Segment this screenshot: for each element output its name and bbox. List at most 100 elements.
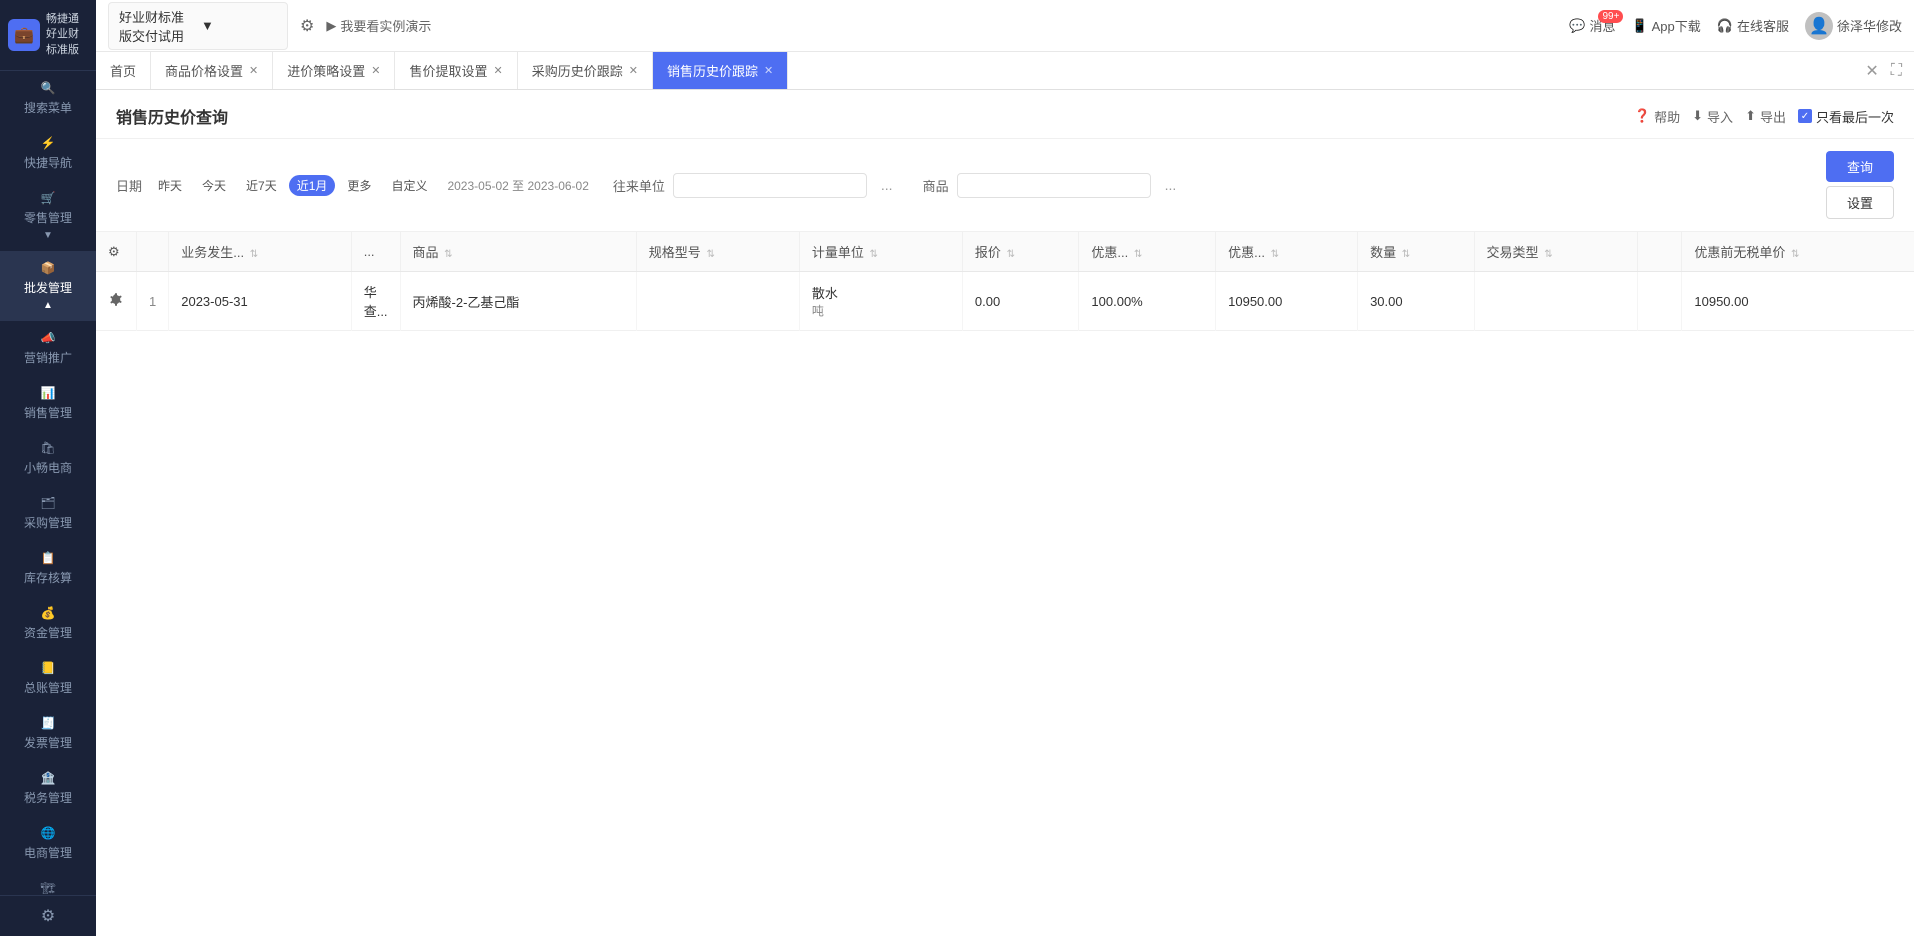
sidebar-nav: 🔍 搜索菜单 ⚡ 快捷导航 🛒 零售管理 ▼ 📦 批发管理 ▲ 📣 营销推广 📊… [0, 71, 96, 895]
last-only-checkbox[interactable]: ✓ 只看最后一次 [1798, 107, 1894, 126]
sidebar-item-retail[interactable]: 🛒 零售管理 ▼ [0, 181, 96, 251]
tab-purchase-history[interactable]: 采购历史价跟踪 ✕ [518, 52, 653, 89]
data-table-wrap: ⚙ 业务发生... ⇅ ... 商品 ⇅ [96, 232, 1914, 331]
tab-sale-price[interactable]: 售价提取设置 ✕ [395, 52, 517, 89]
date-option-yesterday[interactable]: 昨天 [150, 175, 190, 196]
export-button[interactable]: ⬆ 导出 [1745, 107, 1786, 126]
row-unit-cell: 散水 吨 [799, 272, 962, 331]
tab-purchase-strategy[interactable]: 进价策略设置 ✕ [273, 52, 395, 89]
chart-icon: 📊 [41, 386, 56, 400]
source-input[interactable] [673, 173, 867, 198]
settings-icon[interactable]: ⚙ [41, 908, 55, 925]
col-unit-header[interactable]: 计量单位 ⇅ [799, 232, 962, 272]
cart-icon: 🛒 [41, 191, 56, 205]
data-table: ⚙ 业务发生... ⇅ ... 商品 ⇅ [96, 232, 1914, 331]
table-row: 1 2023-05-31 华查... 丙烯酸-2-乙基己酯 散水 吨 0.00 … [96, 272, 1914, 331]
online-service-button[interactable]: 🎧 在线客服 [1717, 16, 1789, 35]
close-all-tabs-button[interactable]: ✕ [1861, 59, 1882, 83]
goods-input[interactable] [957, 173, 1151, 198]
row-settings-cell[interactable] [96, 272, 137, 331]
message-button[interactable]: 💬 消息 99+ [1569, 16, 1615, 35]
date-option-last1m[interactable]: 近1月 [289, 175, 336, 196]
col-discount-pct-header[interactable]: 优惠... ⇅ [1079, 232, 1216, 272]
expand-tabs-button[interactable]: ⛶ [1887, 60, 1906, 82]
table-header-row: ⚙ 业务发生... ⇅ ... 商品 ⇅ [96, 232, 1914, 272]
col-more-header[interactable]: ... [351, 232, 400, 272]
sidebar-item-invoice[interactable]: 🧾 发票管理 [0, 706, 96, 761]
tab-price[interactable]: 商品价格设置 ✕ [151, 52, 273, 89]
date-option-last7[interactable]: 近7天 [238, 175, 285, 196]
help-button[interactable]: ❓ 帮助 [1634, 107, 1680, 126]
goods-dots-button[interactable]: ... [1159, 175, 1183, 195]
sidebar-item-marketing[interactable]: 📣 营销推广 [0, 321, 96, 376]
sidebar-item-ecommsmall[interactable]: 🛍 小畅电商 [0, 431, 96, 486]
demo-link[interactable]: ▶ 我要看实例演示 [326, 16, 431, 35]
date-option-today[interactable]: 今天 [194, 175, 234, 196]
filter-settings-button[interactable]: 设置 [1826, 186, 1894, 219]
tab-sales-history[interactable]: 销售历史价跟踪 ✕ [653, 52, 788, 89]
import-button[interactable]: ⬇ 导入 [1692, 107, 1733, 126]
query-button[interactable]: 查询 [1826, 151, 1894, 182]
sidebar-item-finance[interactable]: 💰 资金管理 [0, 596, 96, 651]
source-filter-group: 往来单位 ... [613, 173, 899, 198]
topbar-settings-icon[interactable]: ⚙ [300, 16, 314, 36]
tab-purchase-strategy-label: 进价策略设置 [287, 61, 365, 80]
col-qty-header[interactable]: 数量 ⇅ [1358, 232, 1474, 272]
col-spacer-header [1637, 232, 1682, 272]
sidebar-bottom: ⚙ [0, 895, 96, 936]
page-actions: ❓ 帮助 ⬇ 导入 ⬆ 导出 ✓ 只看最后一次 [1634, 107, 1894, 126]
date-option-more[interactable]: 更多 [339, 175, 379, 196]
sort-icon: ⇅ [1134, 249, 1142, 260]
source-dots-button[interactable]: ... [875, 175, 899, 195]
message-badge: 99+ [1598, 10, 1623, 23]
page-title: 销售历史价查询 [116, 104, 228, 128]
row-seq-cell: 1 [137, 272, 169, 331]
row-goods-cell: 丙烯酸-2-乙基己酯 [400, 272, 636, 331]
sidebar-item-wholesale[interactable]: 📦 批发管理 ▲ [0, 251, 96, 321]
lightning-icon: ⚡ [41, 136, 56, 150]
close-icon[interactable]: ✕ [371, 64, 380, 77]
filter-action-buttons: 查询 设置 [1826, 151, 1894, 219]
user-menu[interactable]: 👤 徐泽华修改 [1805, 12, 1902, 40]
close-icon[interactable]: ✕ [249, 64, 258, 77]
close-icon[interactable]: ✕ [629, 64, 638, 77]
sidebar-item-purchase[interactable]: 🗂 采购管理 [0, 486, 96, 541]
source-label: 往来单位 [613, 176, 665, 195]
col-pretax-header[interactable]: 优惠前无税单价 ⇅ [1682, 232, 1914, 272]
app-download-button[interactable]: 📱 App下载 [1631, 16, 1700, 35]
close-icon[interactable]: ✕ [764, 64, 773, 77]
sidebar-item-quicknav[interactable]: ⚡ 快捷导航 [0, 126, 96, 181]
sidebar-item-search[interactable]: 🔍 搜索菜单 [0, 71, 96, 126]
receipt-icon: 🧾 [41, 716, 56, 730]
close-icon[interactable]: ✕ [494, 64, 503, 77]
sidebar: 💼 畅捷通好业财 标准版 🔍 搜索菜单 ⚡ 快捷导航 🛒 零售管理 ▼ 📦 批发… [0, 0, 96, 936]
tabbar: 首页 商品价格设置 ✕ 进价策略设置 ✕ 售价提取设置 ✕ 采购历史价跟踪 ✕ … [96, 52, 1914, 90]
workspace-selector[interactable]: 好业财标准版交付试用 ▼ [108, 2, 288, 50]
date-option-custom[interactable]: 自定义 [383, 175, 435, 196]
col-bizdate-header[interactable]: 业务发生... ⇅ [169, 232, 351, 272]
sidebar-item-accounting[interactable]: 📒 总账管理 [0, 651, 96, 706]
sidebar-item-assets[interactable]: 🏗 固定资产 [0, 871, 96, 895]
sidebar-item-ecomm[interactable]: 🌐 电商管理 [0, 816, 96, 871]
topbar-right: 💬 消息 99+ 📱 App下载 🎧 在线客服 👤 徐泽华修改 [1569, 12, 1902, 40]
col-settings-header[interactable]: ⚙ [96, 232, 137, 272]
tab-home[interactable]: 首页 [96, 52, 151, 89]
col-goods-header[interactable]: 商品 ⇅ [400, 232, 636, 272]
col-tradetype-header[interactable]: 交易类型 ⇅ [1474, 232, 1637, 272]
row-spacer-cell [1637, 272, 1682, 331]
box-icon: 📦 [41, 261, 56, 275]
headset-icon: 🎧 [1717, 18, 1733, 34]
sidebar-item-sales[interactable]: 📊 销售管理 [0, 376, 96, 431]
logo-text: 畅捷通好业财 标准版 [46, 12, 88, 58]
col-discount-amt-header[interactable]: 优惠... ⇅ [1216, 232, 1358, 272]
col-price-header[interactable]: 报价 ⇅ [962, 232, 1078, 272]
col-spec-header[interactable]: 规格型号 ⇅ [636, 232, 799, 272]
megaphone-icon: 📣 [41, 331, 56, 345]
row-price-cell: 0.00 [962, 272, 1078, 331]
page-content: 销售历史价查询 ❓ 帮助 ⬇ 导入 ⬆ 导出 ✓ 只看最后一次 [96, 90, 1914, 936]
chevron-up-icon: ▲ [43, 300, 53, 311]
avatar: 👤 [1805, 12, 1833, 40]
clipboard-icon: 📋 [41, 551, 56, 565]
sidebar-item-tax[interactable]: 🏦 税务管理 [0, 761, 96, 816]
sidebar-item-inventory[interactable]: 📋 库存核算 [0, 541, 96, 596]
